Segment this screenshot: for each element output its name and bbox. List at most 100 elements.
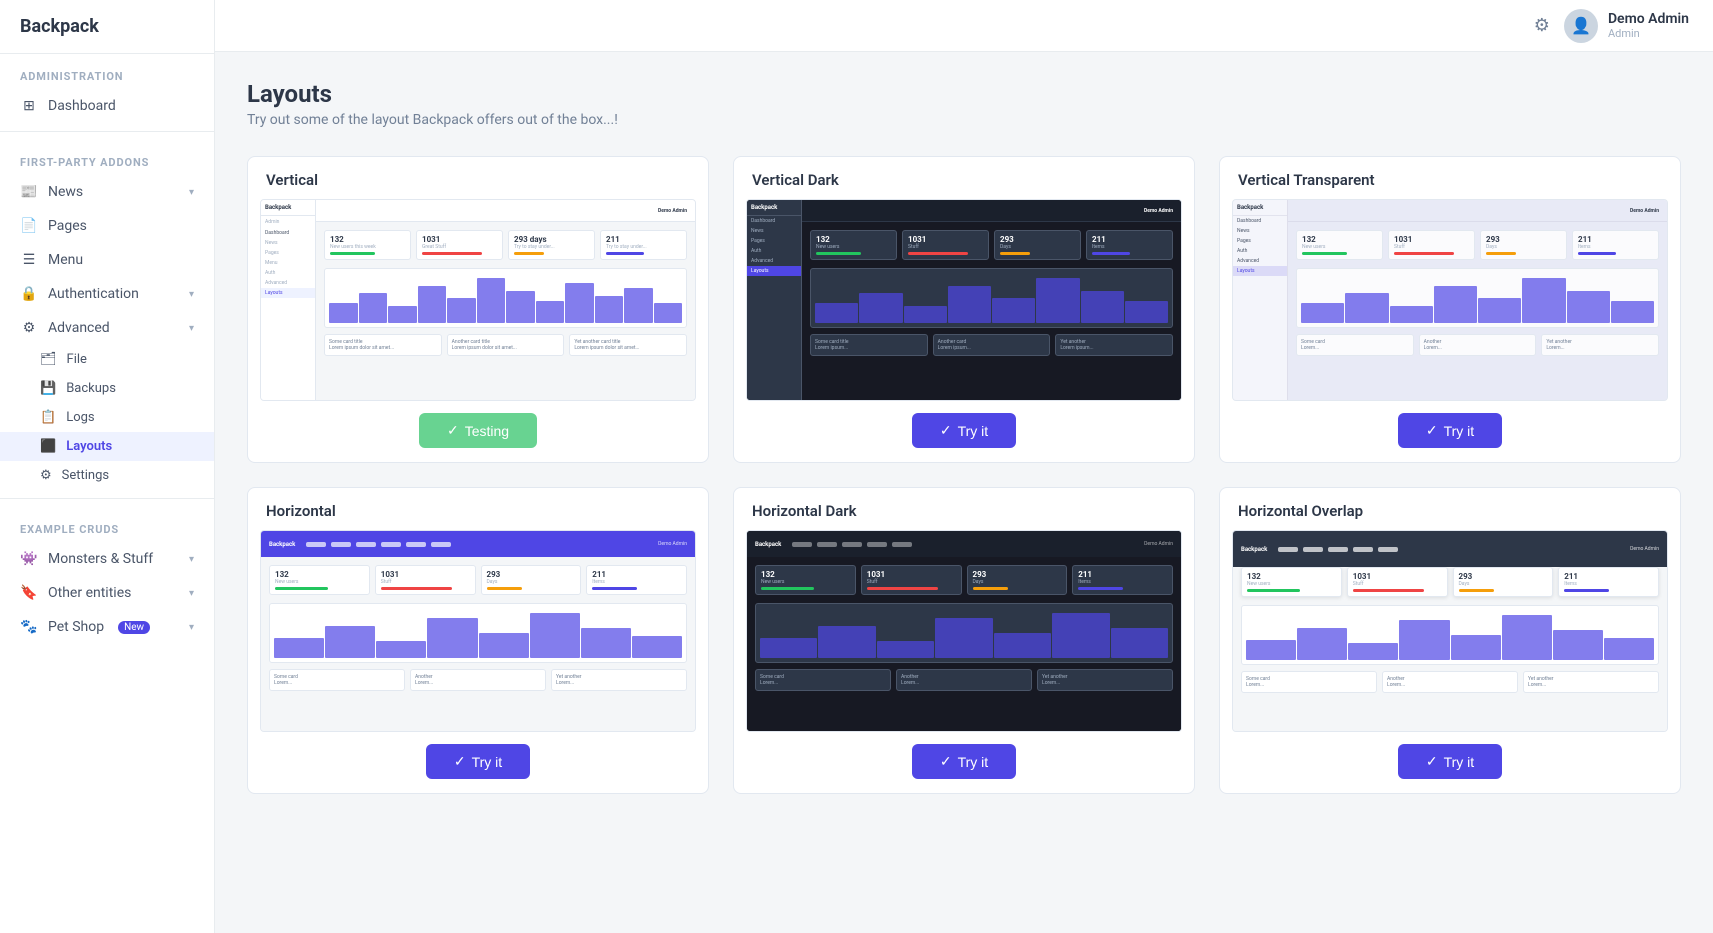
user-role: Admin [1608, 27, 1689, 40]
username: Demo Admin [1608, 11, 1689, 27]
layout-card-title: Horizontal Overlap [1220, 488, 1680, 530]
try-it-button-horizontal-dark[interactable]: ✓ Try it [912, 744, 1016, 779]
menu-icon: ☰ [20, 252, 38, 268]
layout-card-action: ✓ Try it [248, 732, 708, 793]
sidebar-item-settings[interactable]: ⚙ Settings [0, 461, 214, 490]
layout-card-title: Vertical Dark [734, 157, 1194, 199]
try-it-button-vertical-transparent[interactable]: ✓ Try it [1398, 413, 1502, 448]
check-icon: ✓ [454, 753, 466, 770]
chevron-down-icon: ▾ [189, 289, 194, 300]
mockup-sidebar-dark: Backpack Dashboard News Pages Auth Advan… [747, 200, 802, 400]
section-label-cruds: Example CRUDs [0, 507, 214, 542]
sidebar-item-label: Logs [66, 410, 94, 425]
check-icon: ✓ [1426, 422, 1438, 439]
monsters-icon: 👾 [20, 551, 38, 567]
layout-card-vertical: Vertical Backpack Admin Dashboard News P… [247, 156, 709, 463]
sidebar-item-label: Layouts [66, 439, 112, 454]
chevron-down-icon: ▾ [189, 323, 194, 334]
layout-card-action: ✓ Try it [1220, 732, 1680, 793]
try-it-button-horizontal[interactable]: ✓ Try it [426, 744, 530, 779]
sidebar-item-label: Other entities [48, 585, 131, 601]
check-icon: ✓ [1426, 753, 1438, 770]
layout-card-horizontal: Horizontal Backpack Demo Admin [247, 487, 709, 794]
try-it-button-vertical-dark[interactable]: ✓ Try it [912, 413, 1016, 448]
chevron-down-icon: ▾ [189, 187, 194, 198]
h-body: 132New users 1031Stuff 293Days 211Items [261, 557, 695, 731]
sidebar-item-dashboard[interactable]: ⊞ Dashboard [0, 89, 214, 123]
layout-card-title: Vertical Transparent [1220, 157, 1680, 199]
page-subtitle: Try out some of the layout Backpack offe… [247, 112, 1681, 128]
sidebar-item-news[interactable]: 📰 News ▾ [0, 175, 214, 209]
sidebar-item-logs[interactable]: 📋 Logs [0, 403, 214, 432]
chevron-down-icon: ▾ [189, 588, 194, 599]
backups-icon: 💾 [40, 381, 56, 396]
sidebar: Backpack Administration ⊞ Dashboard Firs… [0, 0, 215, 933]
section-label-administration: Administration [0, 54, 214, 89]
layout-card-title: Vertical [248, 157, 708, 199]
sidebar-item-label: Monsters & Stuff [48, 551, 153, 567]
layout-preview-vertical: Backpack Admin Dashboard News Pages Menu… [260, 199, 696, 401]
check-icon: ✓ [447, 422, 459, 439]
layout-card-horizontal-overlap: Horizontal Overlap Backpack Demo Admin [1219, 487, 1681, 794]
sidebar-item-pages[interactable]: 📄 Pages [0, 209, 214, 243]
sidebar-item-other-entities[interactable]: 🔖 Other entities ▾ [0, 576, 214, 610]
sidebar-item-authentication[interactable]: 🔒 Authentication ▾ [0, 277, 214, 311]
layouts-icon: ⬛ [40, 439, 56, 454]
sidebar-item-label: File [67, 352, 87, 367]
layout-card-action: ✓ Testing [248, 401, 708, 462]
sidebar-item-layouts[interactable]: ⬛ Layouts [0, 432, 214, 461]
h-topnav-overlap: Backpack Demo Admin [1233, 531, 1667, 567]
layout-card-vertical-transparent: Vertical Transparent Backpack Dashboard … [1219, 156, 1681, 463]
sidebar-item-label: Advanced [48, 320, 110, 336]
layout-card-action: ✓ Try it [734, 732, 1194, 793]
mockup-sidebar: Backpack Admin Dashboard News Pages Menu… [261, 200, 316, 400]
layout-card-horizontal-dark: Horizontal Dark Backpack Demo Admin [733, 487, 1195, 794]
mockup-topbar: Demo Admin [316, 200, 695, 222]
content-area: Layouts Try out some of the layout Backp… [215, 52, 1713, 933]
lock-icon: 🔒 [20, 286, 38, 302]
layout-card-title: Horizontal Dark [734, 488, 1194, 530]
settings-gear-icon[interactable]: ⚙ [1534, 15, 1550, 36]
sidebar-item-backups[interactable]: 💾 Backups [0, 374, 214, 403]
page-title: Layouts [247, 80, 1681, 108]
layout-preview-vertical-transparent: Backpack Dashboard News Pages Auth Advan… [1232, 199, 1668, 401]
topbar: ⚙ 👤 Demo Admin Admin [215, 0, 1713, 52]
layouts-grid: Vertical Backpack Admin Dashboard News P… [247, 156, 1681, 794]
user-menu[interactable]: 👤 Demo Admin Admin [1564, 9, 1689, 43]
main-panel: ⚙ 👤 Demo Admin Admin Layouts Try out som… [215, 0, 1713, 933]
logs-icon: 📋 [40, 410, 56, 425]
layout-preview-horizontal-overlap: Backpack Demo Admin 132New users 1031S [1232, 530, 1668, 732]
layout-card-action: ✓ Try it [734, 401, 1194, 462]
news-icon: 📰 [20, 184, 38, 200]
sidebar-item-pet-shop[interactable]: 🐾 Pet Shop New ▾ [0, 610, 214, 644]
section-label-addons: First-Party Addons [0, 140, 214, 175]
try-it-button-horizontal-overlap[interactable]: ✓ Try it [1398, 744, 1502, 779]
sidebar-item-label: Authentication [48, 286, 139, 302]
sidebar-item-label: Menu [48, 252, 83, 268]
layout-card-title: Horizontal [248, 488, 708, 530]
layout-card-action: ✓ Try it [1220, 401, 1680, 462]
layout-preview-horizontal: Backpack Demo Admin 132New users [260, 530, 696, 732]
h-body-dark: 132New users 1031Stuff 293Days 211Items [747, 557, 1181, 731]
pet-shop-icon: 🐾 [20, 619, 38, 635]
layout-card-vertical-dark: Vertical Dark Backpack Dashboard News Pa… [733, 156, 1195, 463]
chevron-down-icon: ▾ [189, 622, 194, 633]
mockup-body-dark: 132New users 1031Stuff 293Days 211Items [802, 222, 1181, 400]
testing-button[interactable]: ✓ Testing [419, 413, 537, 448]
sidebar-item-label: Pet Shop [48, 619, 104, 635]
user-info: Demo Admin Admin [1608, 11, 1689, 40]
check-icon: ✓ [940, 422, 952, 439]
dashboard-icon: ⊞ [20, 98, 38, 114]
mockup-body-transparent: 132New users 1031Stuff 293Days 211Items [1288, 222, 1667, 400]
sidebar-item-file[interactable]: 🗂 File [0, 345, 214, 374]
sidebar-item-label: Backups [66, 381, 116, 396]
layout-preview-horizontal-dark: Backpack Demo Admin 132New users 1031S [746, 530, 1182, 732]
sidebar-item-advanced[interactable]: ⚙ Advanced ▾ [0, 311, 214, 345]
mockup-body: 132New users this week 1031Great Stuff 2… [316, 222, 695, 400]
h-topnav-dark: Backpack Demo Admin [747, 531, 1181, 557]
app-logo: Backpack [0, 0, 214, 54]
sidebar-item-monsters[interactable]: 👾 Monsters & Stuff ▾ [0, 542, 214, 576]
sidebar-item-menu[interactable]: ☰ Menu [0, 243, 214, 277]
chevron-down-icon: ▾ [189, 554, 194, 565]
mockup-topbar-transparent: Demo Admin [1288, 200, 1667, 222]
